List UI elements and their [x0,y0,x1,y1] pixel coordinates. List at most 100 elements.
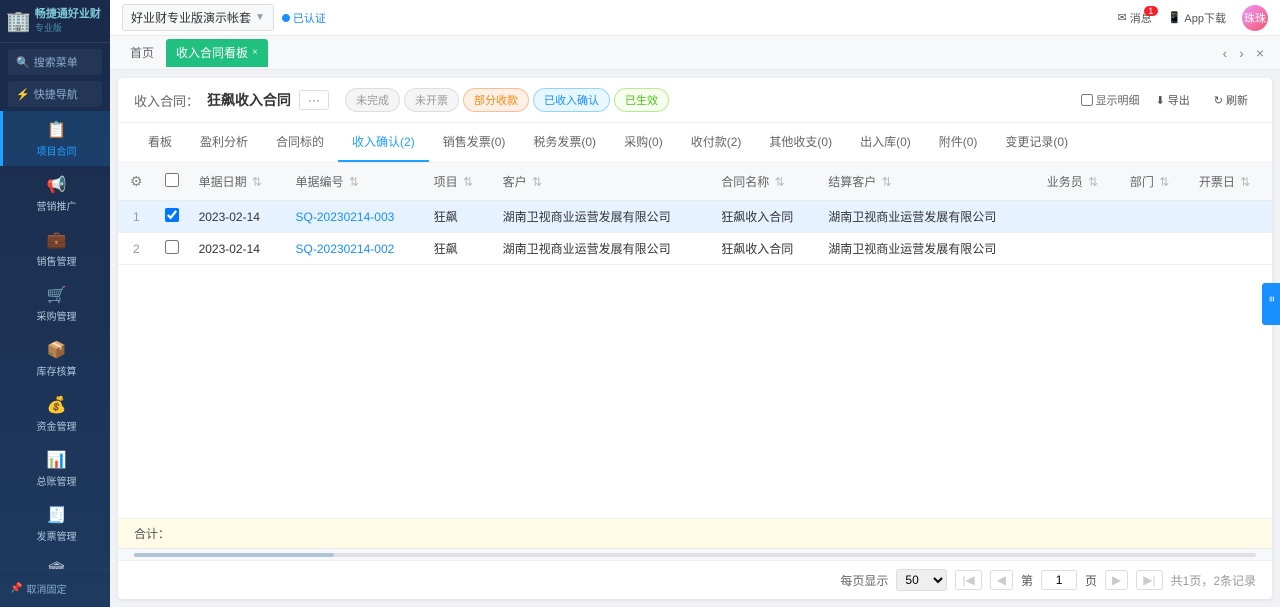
company-selector[interactable]: 好业财专业版演示帐套 ▼ [122,4,274,31]
contract-header-right: 显示明细 ⬇ 导出 ↻ 刷新 [1081,88,1256,112]
status-confirmed-button[interactable]: 已收入确认 [533,88,610,112]
subtab-outbound[interactable]: 出入库(0) [846,123,925,162]
sidebar-item-purchase[interactable]: 🛒 采购管理 [0,276,110,331]
table-area: ⚙ 单据日期 ⇅ 单据编号 ⇅ [118,163,1272,518]
status-partial-button[interactable]: 部分收款 [463,88,529,112]
sidebar-item-invoice[interactable]: 🧾 发票管理 [0,496,110,551]
subtab-sales-invoice[interactable]: 销售发票(0) [429,123,520,162]
th-department-sort-icon: ⇅ [1159,175,1169,189]
status-uncomplete-button[interactable]: 未完成 [345,88,400,112]
contract-header: 收入合同： 狂飙收入合同 ··· 未完成 未开票 部分收款 已收入确认 已生效 … [118,78,1272,123]
certified-badge: 已认证 [282,10,326,26]
th-open-date: 开票日 ⇅ [1189,163,1272,201]
tab-nav-close-button[interactable]: × [1252,43,1268,63]
td-project: 狂飙 [424,201,493,233]
pagination-first-button[interactable]: |◀ [955,570,981,590]
sidebar-item-marketing-label: 营销推广 [37,198,77,213]
company-name: 好业财专业版演示帐套 [131,9,251,26]
td-customer: 湖南卫视商业运营发展有限公司 [493,233,712,265]
breadcrumb-home[interactable]: 首页 [122,40,162,65]
horizontal-scrollbar[interactable] [118,548,1272,560]
row-checkbox[interactable] [165,240,179,254]
th-project: 项目 ⇅ [424,163,493,201]
sidebar-item-general-ledger[interactable]: 📊 总账管理 [0,441,110,496]
subtab-purchase[interactable]: 采购(0) [610,123,677,162]
message-button[interactable]: ✉ 消息 1 [1118,10,1152,26]
contract-more-button[interactable]: ··· [299,90,329,110]
th-department-label: 部门 [1130,175,1154,189]
per-page-label: 每页显示 [840,572,888,589]
tab-nav-prev-button[interactable]: ‹ [1218,43,1231,63]
content-area: 收入合同： 狂飙收入合同 ··· 未完成 未开票 部分收款 已收入确认 已生效 … [118,78,1272,599]
row-checkbox[interactable] [165,208,179,222]
pagination-next-button[interactable]: ▶ [1105,570,1128,590]
td-date: 2023-02-14 [189,201,286,233]
marketing-icon: 📢 [46,174,68,196]
pagination-last-button[interactable]: ▶| [1136,570,1162,590]
app-download-icon: 📱 [1168,11,1182,24]
scrollbar-thumb[interactable] [134,553,334,557]
display-detail-checkbox[interactable] [1081,94,1093,106]
total-label: 合计： [134,525,170,542]
sidebar-item-sales[interactable]: 💼 销售管理 [0,221,110,276]
tab-nav-buttons: ‹ › × [1218,43,1268,63]
subtab-tax-invoice[interactable]: 税务发票(0) [519,123,610,162]
tab-close-icon[interactable]: × [252,47,258,58]
refresh-button[interactable]: ↻ 刷新 [1206,88,1256,112]
active-tab[interactable]: 收入合同看板 × [166,39,268,67]
table-footer: 合计： [118,518,1272,548]
sidebar-item-tax[interactable]: 🏛 税务管理 [0,551,110,569]
refresh-icon: ↻ [1214,94,1223,107]
search-menu-button[interactable]: 🔍 搜索菜单 [8,49,102,75]
status-uninvoiced-button[interactable]: 未开票 [404,88,459,112]
data-table: ⚙ 单据日期 ⇅ 单据编号 ⇅ [118,163,1272,265]
subtab-payment[interactable]: 收付款(2) [677,123,756,162]
subtab-attachments[interactable]: 附件(0) [925,123,992,162]
right-sidebar-svg: ≡ [1266,289,1272,319]
td-settings: 2 [118,233,155,265]
th-date: 单据日期 ⇅ [189,163,286,201]
subtab-other-income[interactable]: 其他收支(0) [755,123,846,162]
pagination-page-suf-label: 页 [1085,572,1097,589]
document-number-link[interactable]: SQ-20230214-002 [296,242,395,256]
user-avatar[interactable]: 珠珠 [1242,5,1268,31]
subtab-contract-std[interactable]: 合同标的 [262,123,338,162]
document-number-link[interactable]: SQ-20230214-003 [296,210,395,224]
right-sidebar-icon[interactable]: ≡ [1262,283,1272,325]
subtab-change-log[interactable]: 变更记录(0) [991,123,1082,162]
th-open-date-sort-icon: ⇅ [1240,175,1250,189]
contract-title-label: 收入合同： [134,91,199,110]
cancel-pin-button[interactable]: 📌 取消固定 [0,576,110,601]
sidebar-item-purchase-label: 采购管理 [37,308,77,323]
invoice-icon: 🧾 [46,504,68,526]
table-header-row: ⚙ 单据日期 ⇅ 单据编号 ⇅ [118,163,1272,201]
app-download-button[interactable]: 📱 App下载 [1168,10,1226,26]
th-date-sort-icon: ⇅ [252,175,262,189]
td-settings: 1 [118,201,155,233]
sidebar-item-funds[interactable]: 💰 资金管理 [0,386,110,441]
sidebar-item-inventory[interactable]: 📦 库存核算 [0,331,110,386]
pagination-info: 共1页，2条记录 [1171,572,1256,589]
tab-nav-next-button[interactable]: › [1235,43,1248,63]
subtab-profit[interactable]: 盈利分析 [186,123,262,162]
purchase-icon: 🛒 [46,284,68,306]
column-settings-button[interactable]: ⚙ [128,171,145,192]
status-active-button[interactable]: 已生效 [614,88,669,112]
subtab-income-confirm[interactable]: 收入确认(2) [338,123,429,162]
table-row: 2 2023-02-14 SQ-20230214-002 狂飙 湖南卫视商业运营… [118,233,1272,265]
per-page-select[interactable]: 20 50 100 [896,569,947,591]
pagination-prev-button[interactable]: ◀ [990,570,1013,590]
quick-nav-button[interactable]: ⚡ 快捷导航 [8,81,102,107]
pagination-page-input[interactable] [1041,570,1077,590]
project-contract-icon: 📋 [46,119,68,141]
th-number-label: 单据编号 [296,175,344,189]
sidebar-item-marketing[interactable]: 📢 营销推广 [0,166,110,221]
select-all-checkbox[interactable] [165,173,179,187]
th-settle-customer-label: 结算客户 [828,175,876,189]
subtab-kanban[interactable]: 看板 [134,123,186,162]
th-settle-customer-sort-icon: ⇅ [882,175,892,189]
export-button[interactable]: ⬇ 导出 [1148,88,1198,112]
sidebar-item-project-contract[interactable]: 📋 项目合同 [0,111,110,166]
topbar-right: ✉ 消息 1 📱 App下载 珠珠 [1118,5,1269,31]
th-date-label: 单据日期 [199,175,247,189]
